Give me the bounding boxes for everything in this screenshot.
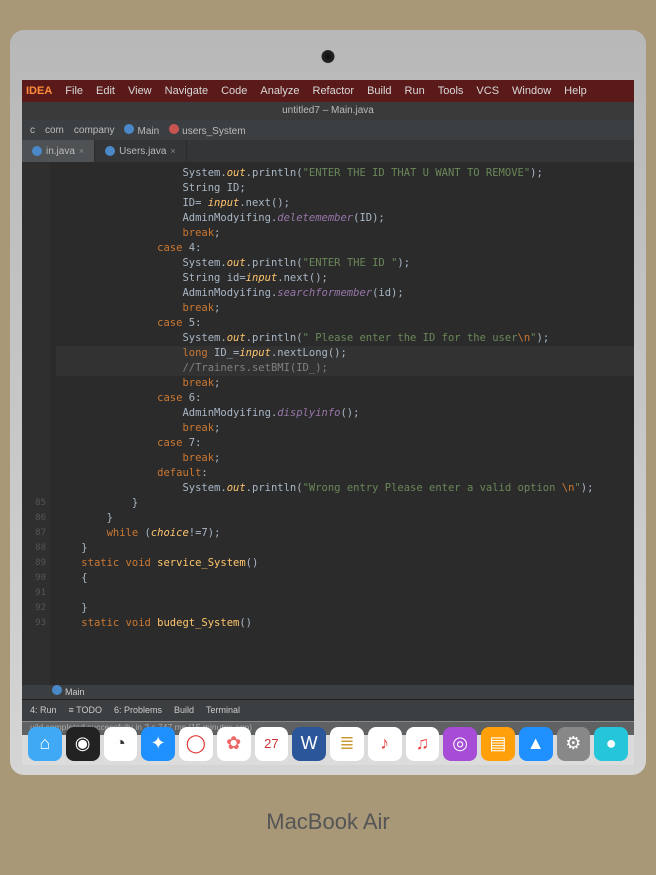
code-line[interactable]: AdminModyifing.deletemember(ID);	[56, 211, 634, 226]
code-line[interactable]: //Trainers.setBMI(ID_);	[56, 361, 634, 376]
code-line[interactable]: static void service_System()	[56, 556, 634, 571]
menu-build[interactable]: Build	[367, 85, 391, 97]
notes-icon[interactable]: ≣	[330, 727, 364, 761]
camera-icon	[322, 50, 335, 63]
siri-icon[interactable]: ◉	[66, 727, 100, 761]
menu-code[interactable]: Code	[221, 85, 247, 97]
code-line[interactable]: break;	[56, 301, 634, 316]
itunes-icon[interactable]: ♫	[406, 727, 440, 761]
menu-refactor[interactable]: Refactor	[313, 85, 355, 97]
editor-tabs: in.java×Users.java×	[22, 140, 634, 162]
close-icon[interactable]: ×	[170, 146, 175, 156]
bottom-breadcrumb: Main	[22, 685, 634, 699]
tool-tab[interactable]: Terminal	[206, 705, 240, 715]
code-line[interactable]: ID= input.next();	[56, 196, 634, 211]
safari-icon[interactable]: ✦	[141, 727, 175, 761]
breadcrumb-item[interactable]: c	[30, 125, 35, 136]
code-line[interactable]: System.out.println("ENTER THE ID THAT U …	[56, 166, 634, 181]
books-icon[interactable]: ▤	[481, 727, 515, 761]
tool-window-tabs: 4: Run ≡ TODO 6: Problems Build Terminal	[22, 699, 634, 719]
code-line[interactable]: }	[56, 511, 634, 526]
code-line[interactable]: break;	[56, 421, 634, 436]
code-line[interactable]: static void budegt_System()	[56, 616, 634, 631]
tool-tab[interactable]: 4: Run	[30, 705, 57, 715]
code-line[interactable]: case 5:	[56, 316, 634, 331]
code-line[interactable]: }	[56, 541, 634, 556]
code-line[interactable]: String id=input.next();	[56, 271, 634, 286]
app-menu-bar: IDEA File Edit View Navigate Code Analyze Refa…	[22, 80, 634, 102]
menu-edit[interactable]: Edit	[96, 85, 115, 97]
code-line[interactable]: break;	[56, 376, 634, 391]
code-line[interactable]: {	[56, 571, 634, 586]
settings-icon[interactable]: ⚙	[557, 727, 591, 761]
code-line[interactable]: System.out.println(" Please enter the ID…	[56, 331, 634, 346]
code-line[interactable]: case 4:	[56, 241, 634, 256]
code-line[interactable]: break;	[56, 451, 634, 466]
photos-icon[interactable]: ✿	[217, 727, 251, 761]
appstore-icon[interactable]: ▲	[519, 727, 553, 761]
code-line[interactable]	[56, 586, 634, 601]
code-line[interactable]: System.out.println("Wrong entry Please e…	[56, 481, 634, 496]
file-icon	[105, 146, 115, 156]
menu-navigate[interactable]: Navigate	[165, 85, 208, 97]
podcast-icon[interactable]: ◎	[443, 727, 477, 761]
tool-tab[interactable]: Build	[174, 705, 194, 715]
code-line[interactable]: AdminModyifing.displyinfo();	[56, 406, 634, 421]
file-icon	[32, 146, 42, 156]
menu-view[interactable]: View	[128, 85, 152, 97]
code-editor[interactable]: 858687888990919293 System.out.println("E…	[22, 162, 634, 685]
tool-tab[interactable]: 6: Problems	[114, 705, 162, 715]
tab-Users-java[interactable]: Users.java×	[95, 140, 187, 162]
code-line[interactable]: AdminModyifing.searchformember(id);	[56, 286, 634, 301]
code-line[interactable]: long ID_=input.nextLong();	[56, 346, 634, 361]
menu-window[interactable]: Window	[512, 85, 551, 97]
menu-file[interactable]: File	[65, 85, 83, 97]
code-line[interactable]: case 7:	[56, 436, 634, 451]
tool-tab[interactable]: ≡ TODO	[69, 705, 102, 715]
window-title: untitled7 – Main.java	[22, 102, 634, 120]
menu-vcs[interactable]: VCS	[476, 85, 499, 97]
code-line[interactable]: case 6:	[56, 391, 634, 406]
chrome-icon[interactable]: ◯	[179, 727, 213, 761]
generic-icon[interactable]: ●	[594, 727, 628, 761]
tab-in-java[interactable]: in.java×	[22, 140, 95, 162]
finder-icon[interactable]: ⌂	[28, 727, 62, 761]
breadcrumb-item[interactable]: Main	[124, 124, 159, 137]
code-line[interactable]: while (choice!=7);	[56, 526, 634, 541]
breadcrumb-item[interactable]: com	[45, 125, 64, 136]
code-line[interactable]: System.out.println("ENTER THE ID ");	[56, 256, 634, 271]
app-name: IDEA	[26, 85, 52, 97]
menu-tools[interactable]: Tools	[438, 85, 464, 97]
clock-icon[interactable]: ◔	[104, 727, 138, 761]
breadcrumb-item[interactable]: users_System	[169, 124, 245, 137]
macos-dock: ⌂◉◔✦◯✿27W≣♪♫◎▤▲⚙●	[22, 721, 634, 765]
menu-analyze[interactable]: Analyze	[260, 85, 299, 97]
code-line[interactable]: }	[56, 601, 634, 616]
code-line[interactable]: break;	[56, 226, 634, 241]
menu-run[interactable]: Run	[405, 85, 425, 97]
word-icon[interactable]: W	[292, 727, 326, 761]
breadcrumb-item[interactable]: company	[74, 125, 115, 136]
line-gutter: 858687888990919293	[22, 162, 50, 685]
laptop-branding: MacBook Air	[266, 809, 390, 835]
calendar-icon[interactable]: 27	[255, 727, 289, 761]
code-line[interactable]: }	[56, 496, 634, 511]
music-icon[interactable]: ♪	[368, 727, 402, 761]
code-line[interactable]: default:	[56, 466, 634, 481]
menu-help[interactable]: Help	[564, 85, 587, 97]
code-area[interactable]: System.out.println("ENTER THE ID THAT U …	[50, 162, 634, 685]
close-icon[interactable]: ×	[79, 146, 84, 156]
screen: IDEA File Edit View Navigate Code Analyze Refa…	[22, 80, 634, 735]
breadcrumb: ccom company Main users_System	[22, 120, 634, 140]
code-line[interactable]: String ID;	[56, 181, 634, 196]
